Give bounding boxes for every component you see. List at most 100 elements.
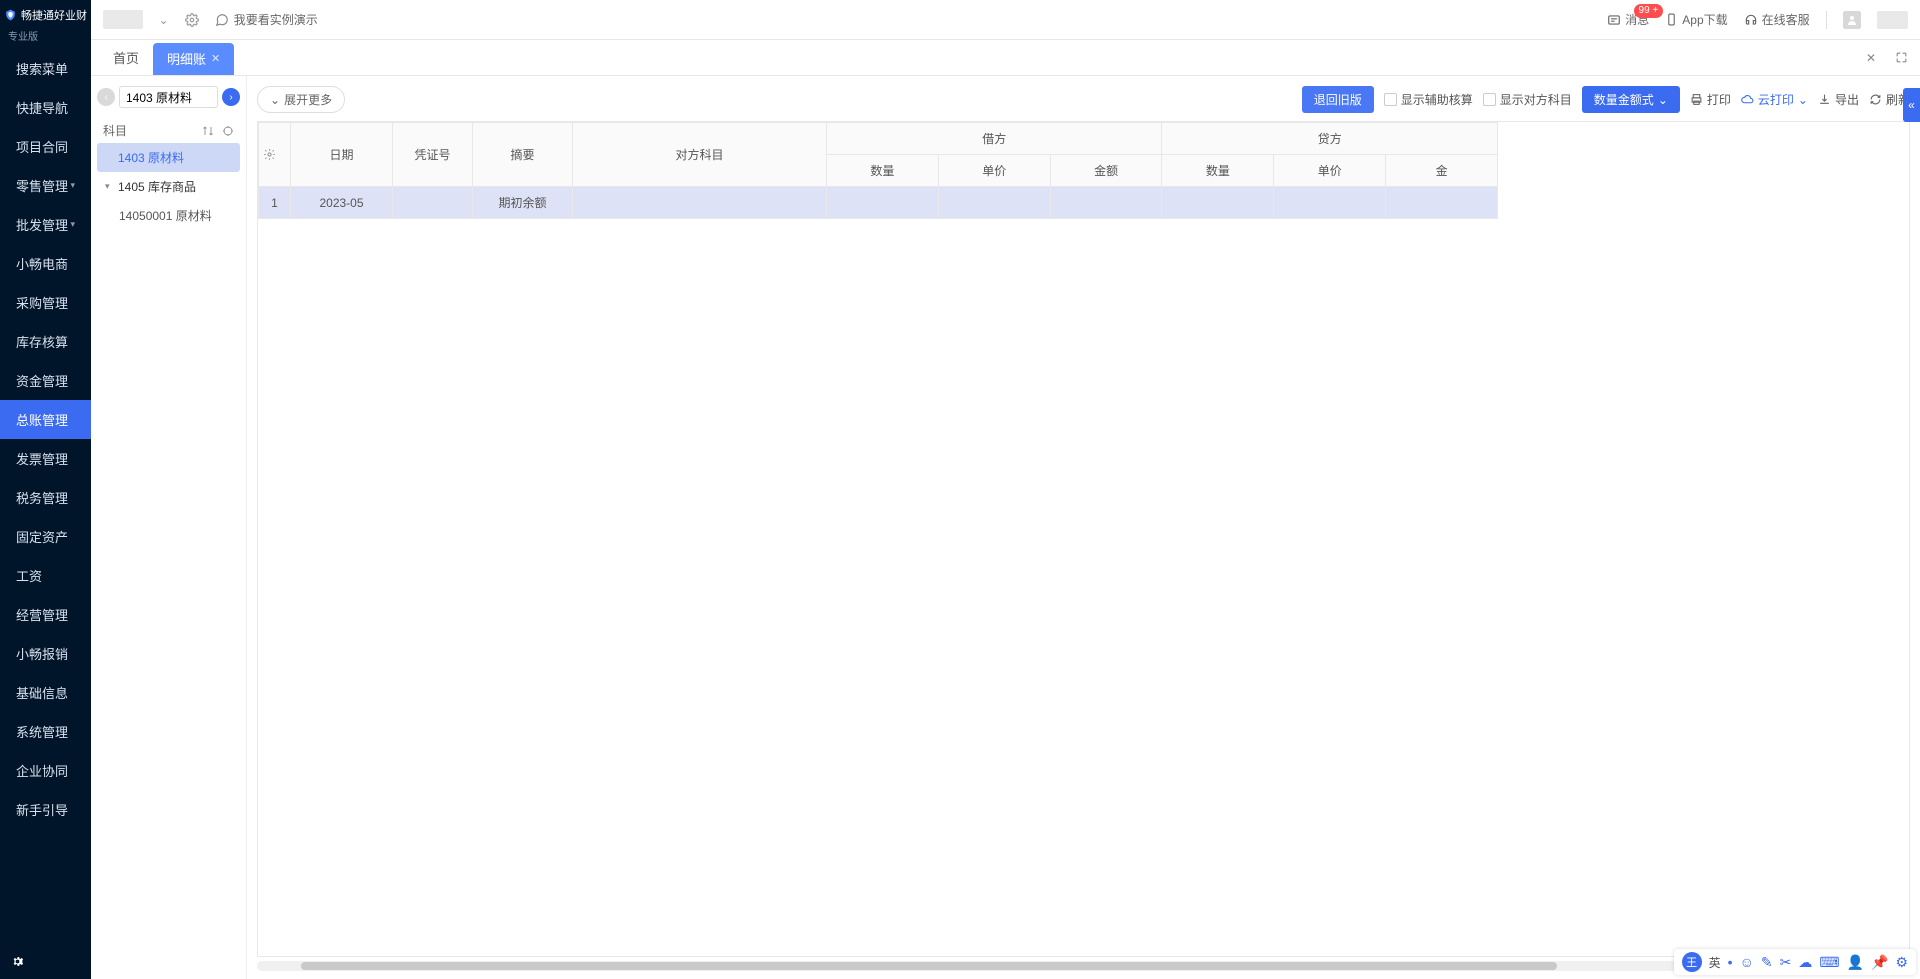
th-opposite: 对方科目	[573, 123, 827, 187]
ime-user-icon[interactable]: 👤	[1847, 954, 1864, 971]
tab-detail-ledger[interactable]: 明细账 ✕	[153, 43, 234, 75]
sidebar-item[interactable]: 工资	[0, 556, 91, 595]
ime-settings-icon[interactable]: ⚙	[1895, 954, 1908, 971]
prev-account-button[interactable]: ‹	[97, 88, 115, 106]
sidebar-item-label: 小畅报销	[16, 644, 68, 663]
th-credit-amt: 金	[1386, 155, 1498, 187]
message-icon	[1607, 13, 1621, 27]
sidebar-footer	[0, 944, 91, 979]
tab-home[interactable]: 首页	[99, 40, 153, 76]
tree-toggle-icon[interactable]: ▾	[105, 181, 115, 192]
fullscreen-icon[interactable]	[1890, 47, 1912, 69]
table-settings-header[interactable]	[259, 123, 291, 187]
qty-mode-dropdown[interactable]: 数量金额式 ⌄	[1582, 86, 1680, 113]
sidebar-item[interactable]: 新手引导	[0, 790, 91, 829]
ime-cloud-icon[interactable]: ☁	[1798, 954, 1812, 971]
sidebar-item[interactable]: 基础信息	[0, 673, 91, 712]
tree-item[interactable]: 14050001 原材料	[97, 201, 240, 230]
account-search-input[interactable]	[119, 86, 218, 108]
brand-logo: 畅捷通好业财	[0, 0, 91, 30]
cloud-print-button[interactable]: 云打印 ⌄	[1741, 91, 1808, 108]
ime-pin-icon[interactable]: 📌	[1871, 954, 1888, 971]
sidebar-item[interactable]: 税务管理	[0, 478, 91, 517]
ime-smile-icon[interactable]: ☺	[1740, 954, 1754, 970]
table-row[interactable]: 12023-05期初余额	[259, 187, 1498, 219]
th-credit-qty: 数量	[1162, 155, 1274, 187]
tree-item[interactable]: ▾1405 库存商品	[97, 172, 240, 201]
topbar-service[interactable]: 在线客服	[1744, 11, 1810, 28]
export-button[interactable]: 导出	[1818, 91, 1859, 108]
ime-scissors-icon[interactable]: ✂	[1780, 954, 1792, 971]
sidebar-item[interactable]: 库存核算	[0, 322, 91, 361]
sidebar-item[interactable]: 经营管理	[0, 595, 91, 634]
sidebar-item[interactable]: 批发管理▾	[0, 205, 91, 244]
sidebar-item[interactable]: 零售管理▾	[0, 166, 91, 205]
sidebar-item-label: 税务管理	[16, 488, 68, 507]
ime-dot-icon[interactable]: •	[1728, 954, 1733, 970]
message-badge: 99 +	[1634, 4, 1664, 18]
tree-item[interactable]: 1403 原材料	[97, 143, 240, 172]
next-account-button[interactable]: ›	[222, 88, 240, 106]
tab-active-label: 明细账	[167, 49, 206, 68]
sidebar-item-label: 零售管理	[16, 176, 68, 195]
sidebar-item[interactable]: 搜索菜单	[0, 49, 91, 88]
sidebar-item[interactable]: 发票管理	[0, 439, 91, 478]
sidebar-item[interactable]: 小畅电商	[0, 244, 91, 283]
sidebar-item[interactable]: 资金管理	[0, 361, 91, 400]
avatar-icon[interactable]	[1843, 11, 1861, 29]
topbar-message[interactable]: 消息 99 +	[1607, 11, 1649, 28]
toolbar: ⌄ 展开更多 退回旧版 显示辅助核算 显示对方科目	[257, 86, 1910, 113]
sidebar-item[interactable]: 采购管理	[0, 283, 91, 322]
cloud-print-label: 云打印	[1758, 91, 1794, 108]
chevron-down-icon[interactable]: ⌄	[153, 13, 175, 27]
user-name[interactable]	[1877, 11, 1908, 29]
ledger-table: 日期 凭证号 摘要 对方科目 借方 贷方 数量 单价 金额	[258, 122, 1498, 219]
print-button[interactable]: 打印	[1690, 91, 1731, 108]
sidebar-item[interactable]: 小畅报销	[0, 634, 91, 673]
return-old-button[interactable]: 退回旧版	[1302, 86, 1374, 113]
collapse-panel-handle[interactable]: «	[1903, 88, 1920, 122]
sidebar-item-label: 资金管理	[16, 371, 68, 390]
tab-home-label: 首页	[113, 48, 139, 67]
tree-locate-icon[interactable]	[222, 125, 234, 137]
ime-lang[interactable]: 英	[1709, 954, 1721, 971]
table-cell	[1386, 187, 1498, 219]
th-voucher: 凭证号	[393, 123, 473, 187]
cloud-icon	[1741, 93, 1754, 106]
settings-icon[interactable]	[10, 954, 81, 969]
sidebar-item-label: 小畅电商	[16, 254, 68, 273]
demo-link-label: 我要看实例演示	[234, 11, 318, 28]
tabs-row: 首页 明细账 ✕ ✕	[91, 40, 1920, 76]
org-selector[interactable]	[103, 10, 143, 29]
table-cell: 期初余额	[473, 187, 573, 219]
sidebar-item[interactable]: 总账管理	[0, 400, 91, 439]
table-cell	[1274, 187, 1386, 219]
ime-edit-icon[interactable]: ✎	[1761, 954, 1773, 971]
th-credit-price: 单价	[1274, 155, 1386, 187]
th-debit-qty: 数量	[827, 155, 939, 187]
show-aux-checkbox[interactable]: 显示辅助核算	[1384, 91, 1473, 108]
ime-keyboard-icon[interactable]: ⌨	[1819, 954, 1839, 971]
sidebar-item[interactable]: 企业协同	[0, 751, 91, 790]
sidebar-item[interactable]: 项目合同	[0, 127, 91, 166]
sidebar-item[interactable]: 快捷导航	[0, 88, 91, 127]
chevron-down-icon: ⌄	[1798, 93, 1808, 107]
sidebar-item[interactable]: 系统管理	[0, 712, 91, 751]
sidebar-item-label: 固定资产	[16, 527, 68, 546]
refresh-icon	[1869, 93, 1882, 106]
sidebar-item[interactable]: 固定资产	[0, 517, 91, 556]
tab-close-all-icon[interactable]: ✕	[1860, 47, 1882, 69]
close-icon[interactable]: ✕	[211, 52, 220, 65]
ime-badge[interactable]: 王	[1682, 952, 1702, 972]
show-opposite-checkbox[interactable]: 显示对方科目	[1483, 91, 1572, 108]
horizontal-scrollbar[interactable]	[257, 961, 1910, 971]
th-date: 日期	[291, 123, 393, 187]
org-settings-icon[interactable]	[185, 13, 199, 27]
tree-sort-icon[interactable]	[202, 125, 214, 137]
expand-more-button[interactable]: ⌄ 展开更多	[257, 86, 345, 113]
scrollbar-thumb[interactable]	[301, 962, 1557, 970]
chat-icon	[215, 13, 229, 27]
topbar-app-download[interactable]: App下载	[1665, 11, 1727, 28]
mobile-icon	[1665, 13, 1678, 26]
demo-link[interactable]: 我要看实例演示	[215, 11, 318, 28]
